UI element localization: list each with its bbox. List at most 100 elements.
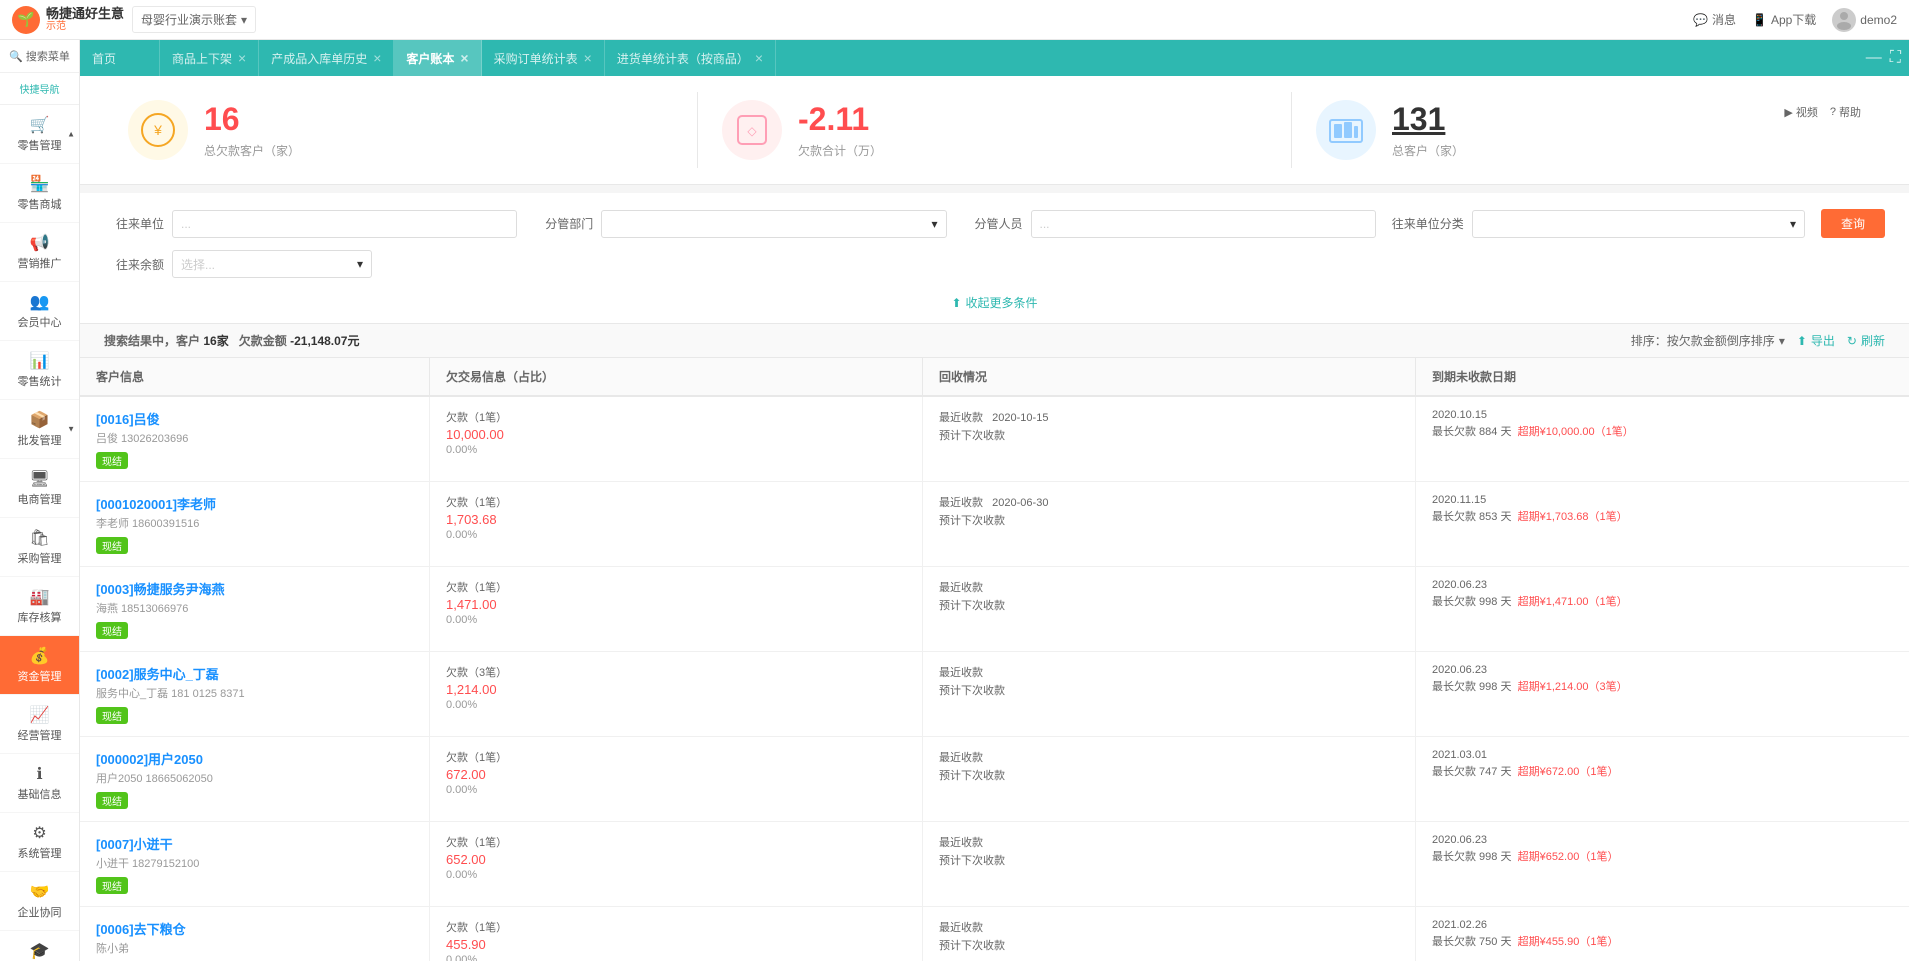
- tab-product-history[interactable]: 产成品入库单历史 ×: [259, 40, 394, 76]
- sidebar-item-retail-mall[interactable]: 🏪 零售商城: [0, 164, 79, 223]
- tab-close-purchase-order[interactable]: ×: [584, 50, 592, 66]
- sidebar-item-system[interactable]: ⚙ 系统管理: [0, 813, 79, 872]
- tab-close-product-history[interactable]: ×: [373, 50, 381, 66]
- help-icon: ?: [1830, 106, 1836, 118]
- overdue-link-3[interactable]: 超期¥1,471.00（1笔）: [1518, 596, 1628, 608]
- tab-home[interactable]: 首页: [80, 40, 160, 76]
- sidebar-item-warehouse[interactable]: 🏭 库存核算: [0, 577, 79, 636]
- td-recovery-5: 最近收款 预计下次收款: [923, 737, 1416, 821]
- overdue-link-6[interactable]: 超期¥652.00（1笔）: [1518, 851, 1619, 863]
- overdue-link-7[interactable]: 超期¥455.90（1笔）: [1518, 936, 1619, 948]
- sidebar-item-retail-stats[interactable]: 📊 零售统计: [0, 341, 79, 400]
- tab-close-purchase-stat[interactable]: ×: [755, 50, 763, 66]
- logo-subtext: 示范: [46, 21, 124, 33]
- sidebar-item-business[interactable]: 📈 经营管理: [0, 695, 79, 754]
- sidebar-item-members[interactable]: 👥 会员中心: [0, 282, 79, 341]
- sidebar-item-basic-info[interactable]: ℹ 基础信息: [0, 754, 79, 813]
- customer-name-5[interactable]: [000002]用户2050: [96, 749, 413, 768]
- overdue-link-1[interactable]: 超期¥10,000.00（1笔）: [1518, 426, 1634, 438]
- phone-icon: 📱: [1752, 13, 1767, 27]
- user-avatar[interactable]: demo2: [1832, 8, 1897, 32]
- sort-select[interactable]: 排序：按欠款金额倒序排序 ▾: [1631, 332, 1785, 349]
- customer-name-7[interactable]: [0006]去下粮仓: [96, 919, 413, 938]
- overdue-link-5[interactable]: 超期¥672.00（1笔）: [1518, 766, 1619, 778]
- dept-label: 分管部门: [533, 215, 593, 232]
- customer-name-4[interactable]: [0002]服务中心_丁磊: [96, 664, 413, 683]
- sidebar-item-enterprise[interactable]: 🤝 企业协同: [0, 872, 79, 931]
- sidebar-item-marketing[interactable]: 📢 营销推广: [0, 223, 79, 282]
- overdue-amount-number: -2.11: [798, 101, 1267, 138]
- sidebar-item-batch-mgmt[interactable]: 📦 批发管理 ▼: [0, 400, 79, 459]
- store-selector[interactable]: 母婴行业演示账套 ▾: [132, 6, 256, 33]
- collapse-btn[interactable]: ⬆ 收起更多条件: [104, 290, 1885, 315]
- tab-purchase-stat[interactable]: 进货单统计表（按商品） ×: [605, 40, 776, 76]
- chevron-icon-batch: ▼: [67, 425, 75, 434]
- manager-label: 分管人员: [963, 215, 1023, 232]
- source-unit-label: 往来单位: [104, 215, 164, 232]
- customer-name-3[interactable]: [0003]畅捷服务尹海燕: [96, 579, 413, 598]
- tab-product-status[interactable]: 商品上下架 ×: [160, 40, 259, 76]
- customer-name-6[interactable]: [0007]小迸干: [96, 834, 413, 853]
- td-customer-3: [0003]畅捷服务尹海燕 海燕 18513066976 现结: [80, 567, 430, 651]
- customer-badge-4: 现结: [96, 707, 128, 724]
- content-area: 首页 商品上下架 × 产成品入库单历史 × 客户账本 × 采购订单统计表 × 进…: [80, 40, 1909, 961]
- sidebar-item-newbie[interactable]: 🎓 新手引导: [0, 931, 79, 961]
- overdue-link-2[interactable]: 超期¥1,703.68（1笔）: [1518, 511, 1628, 523]
- customer-name-2[interactable]: [0001020001]李老师: [96, 494, 413, 513]
- overdue-link-4[interactable]: 超期¥1,214.00（3笔）: [1518, 681, 1628, 693]
- td-customer-5: [000002]用户2050 用户2050 18665062050 现结: [80, 737, 430, 821]
- export-btn[interactable]: ⬆ 导出: [1797, 332, 1835, 349]
- system-icon: ⚙: [4, 823, 75, 843]
- sidebar-nav: 🛒 零售管理 ▲ 🏪 零售商城 📢 营销推广 👥 会员中心 📊 零售统计: [0, 105, 79, 961]
- tab-close-customer-account[interactable]: ×: [460, 50, 468, 66]
- sidebar-item-purchase[interactable]: 🛍 采购管理: [0, 518, 79, 577]
- unit-type-select[interactable]: ▾: [1472, 210, 1805, 238]
- tab-fullscreen-icon[interactable]: ⛶: [1890, 49, 1901, 67]
- sidebar-item-finance[interactable]: 💰 资金管理: [0, 636, 79, 695]
- stat-info-amount: -2.11 欠款合计（万）: [798, 101, 1267, 159]
- stats-icon: 📊: [4, 351, 75, 371]
- td-debt-2: 欠款（1笔） 1,703.68 0.00%: [430, 482, 923, 566]
- retail-mgmt-icon: 🛒: [4, 115, 75, 135]
- app-download-btn[interactable]: 📱 App下载: [1752, 11, 1816, 28]
- overdue-customers-label: 总欠款客户（家）: [204, 142, 673, 159]
- sidebar-item-ecommerce[interactable]: 🖥 电商管理: [0, 459, 79, 518]
- results-bar: 搜索结果中，客户 16家 欠款金额 -21,148.07元 排序：按欠款金额倒序…: [80, 324, 1909, 358]
- quick-nav[interactable]: 快捷导航: [0, 73, 79, 105]
- tab-customer-account[interactable]: 客户账本 ×: [394, 40, 481, 76]
- search-menu[interactable]: 🔍 搜索菜单: [0, 40, 79, 73]
- top-bar-left: 🌱 畅捷通好生意 示范 母婴行业演示账套 ▾: [12, 6, 256, 34]
- refresh-btn[interactable]: ↻ 刷新: [1847, 332, 1885, 349]
- td-due-5: 2021.03.01 最长欠款 747 天 超期¥672.00（1笔）: [1416, 737, 1909, 821]
- td-debt-3: 欠款（1笔） 1,471.00 0.00%: [430, 567, 923, 651]
- customer-contact-1: 吕俊 13026203696: [96, 430, 413, 446]
- sidebar-item-retail-mgmt[interactable]: 🛒 零售管理 ▲: [0, 105, 79, 164]
- customer-name-1[interactable]: [0016]吕俊: [96, 409, 413, 428]
- source-unit-dots: ...: [181, 217, 191, 231]
- help-btn[interactable]: ? 帮助: [1830, 104, 1861, 120]
- balance-select[interactable]: 选择... ▾: [172, 250, 372, 278]
- source-unit-input[interactable]: ...: [172, 210, 517, 238]
- tab-close-product-status[interactable]: ×: [238, 50, 246, 66]
- tab-purchase-order[interactable]: 采购订单统计表 ×: [482, 40, 605, 76]
- overdue-amount-label: 欠款合计（万）: [798, 142, 1267, 159]
- customer-badge-5: 现结: [96, 792, 128, 809]
- td-customer-1: [0016]吕俊 吕俊 13026203696 现结: [80, 397, 430, 481]
- dept-select[interactable]: ▾: [601, 210, 946, 238]
- td-recovery-6: 最近收款 预计下次收款: [923, 822, 1416, 906]
- chevron-icon: ▲: [67, 130, 75, 139]
- search-button[interactable]: 查询: [1821, 209, 1885, 238]
- td-due-2: 2020.11.15 最长欠款 853 天 超期¥1,703.68（1笔）: [1416, 482, 1909, 566]
- table-row: [0001020001]李老师 李老师 18600391516 现结 欠款（1笔…: [80, 482, 1909, 567]
- members-icon: 👥: [4, 292, 75, 312]
- manager-input[interactable]: ...: [1031, 210, 1376, 238]
- video-btn[interactable]: ▶ 视频: [1784, 104, 1817, 120]
- message-icon: 💬: [1693, 13, 1708, 27]
- customer-contact-3: 海燕 18513066976: [96, 600, 413, 616]
- message-btn[interactable]: 💬 消息: [1693, 11, 1736, 28]
- th-due-date: 到期未收款日期: [1416, 358, 1909, 395]
- svg-text:¥: ¥: [153, 122, 162, 138]
- balance-placeholder: 选择...: [181, 256, 215, 273]
- tab-minimize-icon[interactable]: —: [1866, 49, 1882, 67]
- info-icon: ℹ: [4, 764, 75, 784]
